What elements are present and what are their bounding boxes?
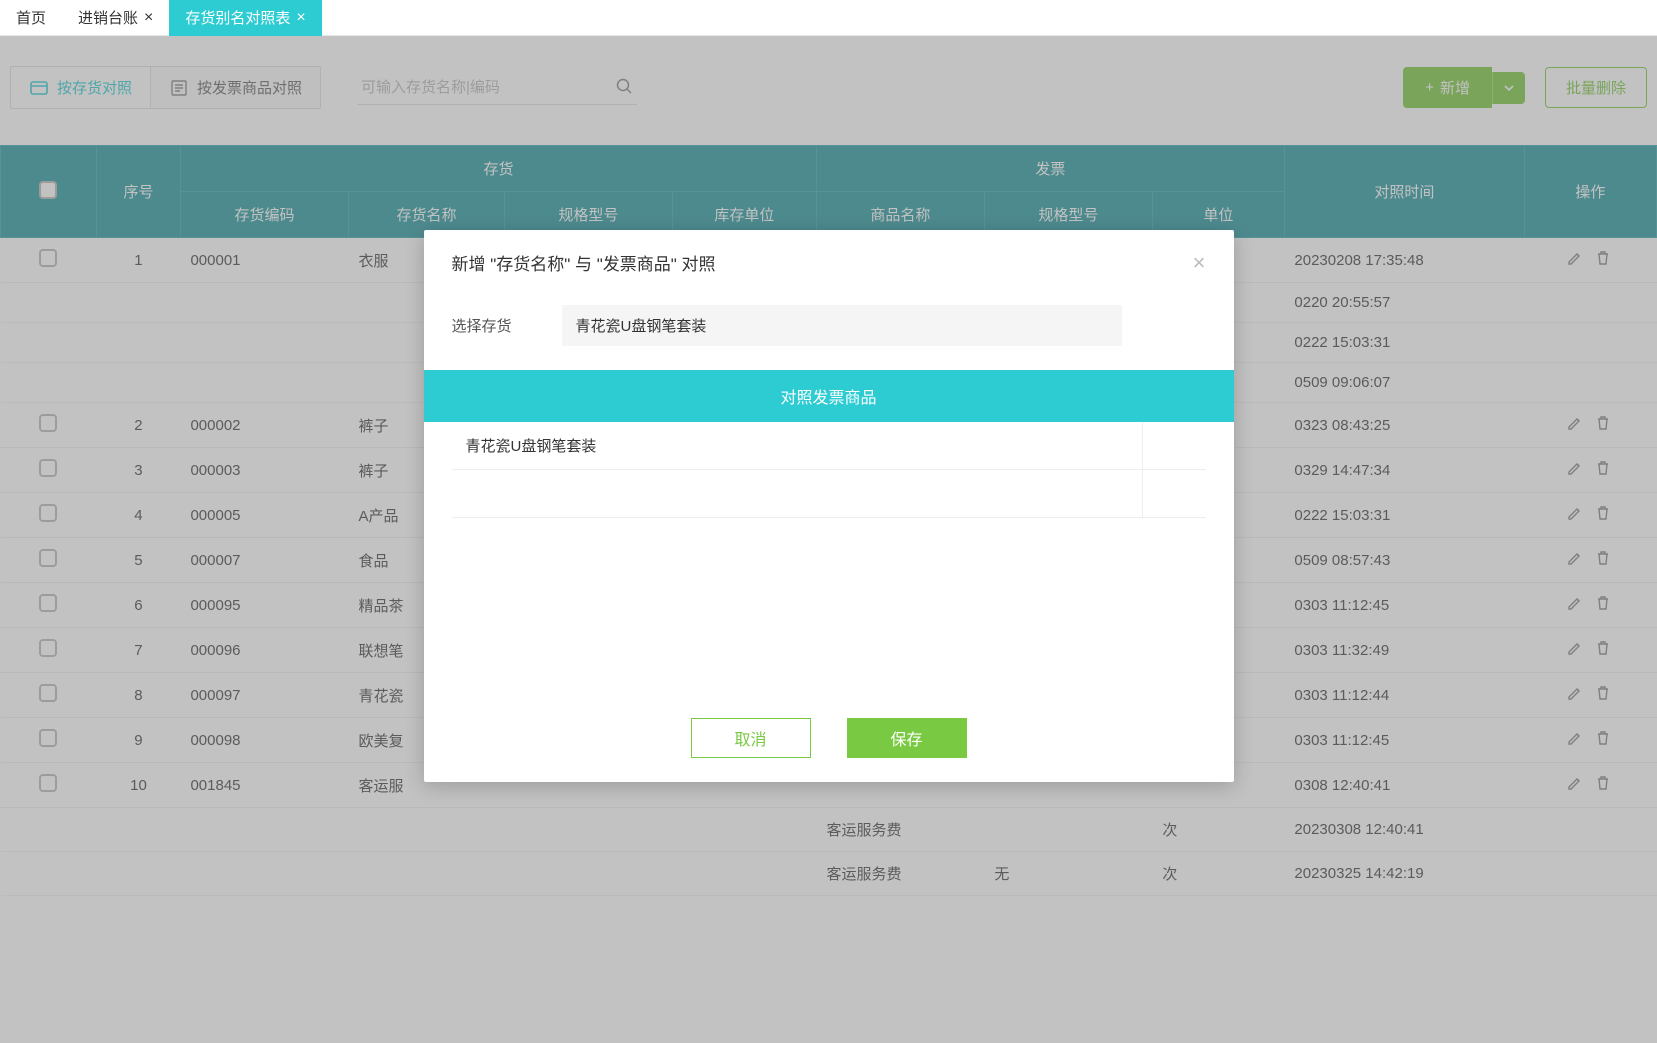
list-item[interactable] (452, 470, 1206, 518)
tab-label: 进销台账 (78, 7, 138, 28)
tab-label: 存货别名对照表 (185, 7, 290, 28)
modal-title: 新增 "存货名称" 与 "发票商品" 对照 (452, 250, 716, 275)
select-stock-row: 选择存货 (452, 305, 1206, 346)
close-icon[interactable]: × (296, 9, 305, 27)
list-item-action[interactable] (1142, 470, 1206, 517)
tab-ledger[interactable]: 进销台账 × (62, 0, 169, 36)
invoice-item-list: 青花瓷U盘钢笔套装 (452, 422, 1206, 518)
cancel-button[interactable]: 取消 (691, 718, 811, 758)
tab-label: 首页 (16, 7, 46, 28)
page-tabs: 首页 进销台账 × 存货别名对照表 × (0, 0, 1657, 36)
new-mapping-modal: 新增 "存货名称" 与 "发票商品" 对照 × 选择存货 对照发票商品 青花瓷U… (424, 230, 1234, 782)
close-icon[interactable]: × (144, 9, 153, 27)
list-item-action[interactable] (1142, 422, 1206, 469)
modal-body: 选择存货 对照发票商品 青花瓷U盘钢笔套装 (424, 295, 1234, 698)
modal-header: 新增 "存货名称" 与 "发票商品" 对照 × (424, 230, 1234, 295)
list-item[interactable]: 青花瓷U盘钢笔套装 (452, 422, 1206, 470)
tab-alias-table[interactable]: 存货别名对照表 × (169, 0, 321, 36)
select-stock-label: 选择存货 (452, 315, 542, 336)
save-button[interactable]: 保存 (847, 718, 967, 758)
select-stock-input[interactable] (562, 305, 1122, 346)
section-banner: 对照发票商品 (424, 370, 1234, 422)
tab-home[interactable]: 首页 (0, 0, 62, 36)
modal-close-button[interactable]: × (1193, 252, 1206, 274)
list-item-text: 青花瓷U盘钢笔套装 (452, 435, 1142, 456)
modal-footer: 取消 保存 (424, 698, 1234, 782)
